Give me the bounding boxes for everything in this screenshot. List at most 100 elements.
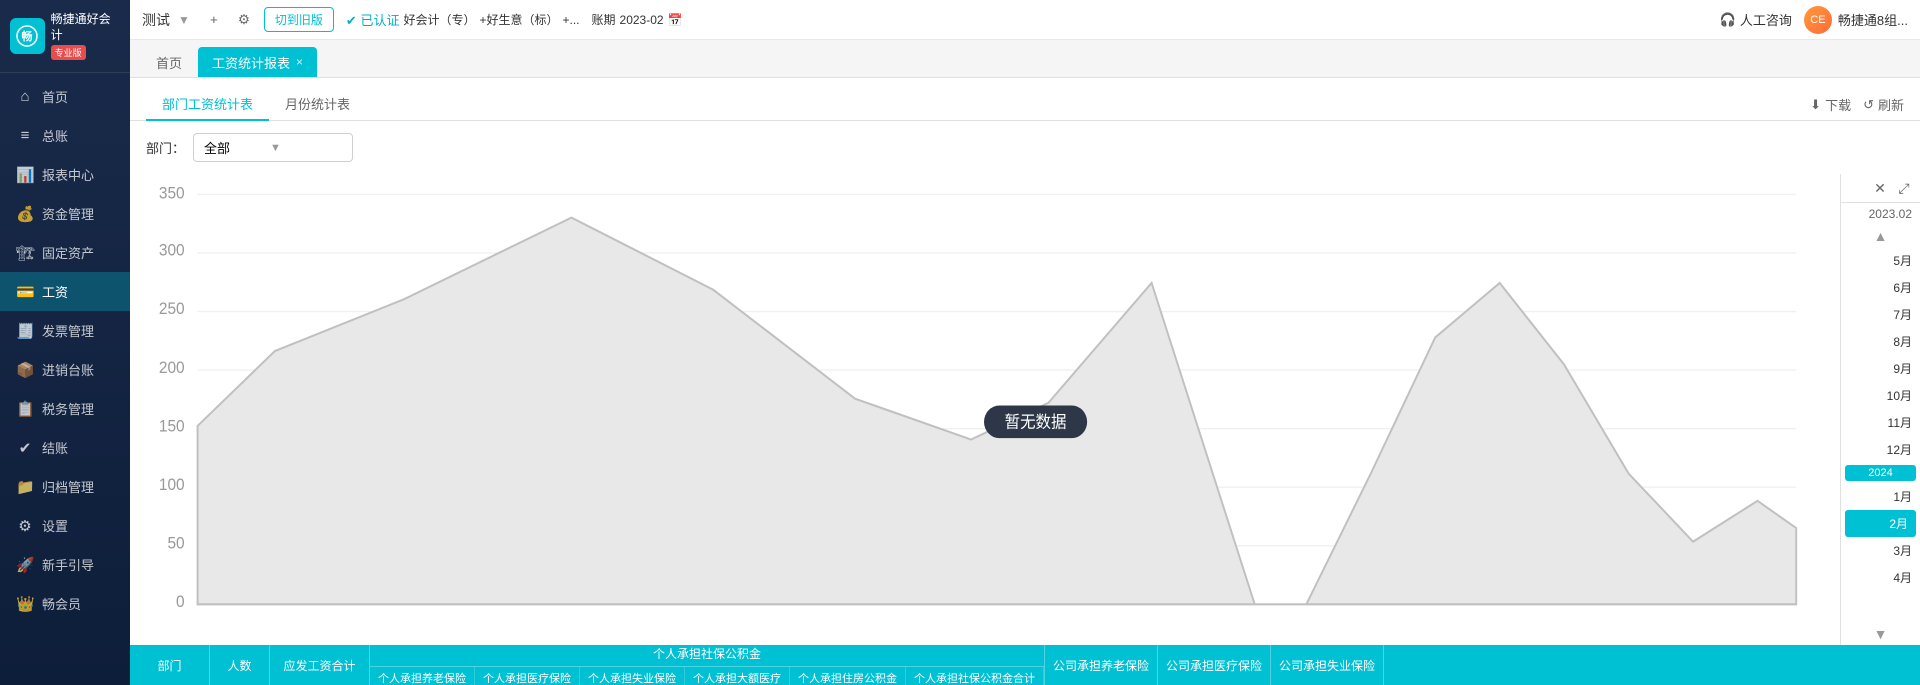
sidebar-item-purchase[interactable]: 📦 进销台账 <box>0 350 130 389</box>
scroll-up-button[interactable]: ▲ <box>1841 225 1920 247</box>
svg-text:0: 0 <box>176 594 185 611</box>
app-edition: 专业版 <box>51 45 86 60</box>
month-item-10[interactable]: 10月 <box>1841 382 1920 409</box>
sidebar-item-settle[interactable]: ✔ 结账 <box>0 428 130 467</box>
year-badge-2024[interactable]: 2024 <box>1845 465 1916 481</box>
svg-text:200: 200 <box>159 359 185 376</box>
sidebar-item-funds[interactable]: 💰 资金管理 <box>0 194 130 233</box>
tag-good-business: +好生意（标） <box>479 11 558 28</box>
tab-home[interactable]: 首页 <box>142 47 196 77</box>
avatar-initials: CE <box>1810 14 1825 26</box>
month-item-1[interactable]: 1月 <box>1841 483 1920 510</box>
sidebar-label-ledger: 总账 <box>42 126 68 145</box>
refresh-label: 刷新 <box>1878 95 1904 114</box>
month-item-5[interactable]: 5月 <box>1841 247 1920 274</box>
tag-more: +... <box>562 13 579 27</box>
settings-icon: ⚙ <box>16 517 34 535</box>
sidebar-label-tax: 税务管理 <box>42 399 94 418</box>
sidebar-item-salary[interactable]: 💳 工资 <box>0 272 130 311</box>
vip-icon: 👑 <box>16 595 34 613</box>
month-item-11[interactable]: 11月 <box>1841 409 1920 436</box>
assets-icon: 🏗 <box>16 244 34 262</box>
month-item-3[interactable]: 3月 <box>1841 537 1920 564</box>
sidebar-item-vip[interactable]: 👑 畅会员 <box>0 584 130 623</box>
svg-text:150: 150 <box>159 418 185 435</box>
company-title: 测试 <box>142 10 170 30</box>
col-personal-pension: 个人承担养老保险 <box>370 667 475 685</box>
svg-text:100: 100 <box>159 477 185 494</box>
scroll-down-button[interactable]: ▼ <box>1841 623 1920 645</box>
dropdown-arrow[interactable]: ▼ <box>178 13 190 27</box>
month-item-7[interactable]: 7月 <box>1841 301 1920 328</box>
sub-tab-dept[interactable]: 部门工资统计表 <box>146 88 269 121</box>
dept-select[interactable]: 全部 ▼ <box>193 133 353 162</box>
sidebar-item-invoice[interactable]: 🧾 发票管理 <box>0 311 130 350</box>
month-item-12[interactable]: 12月 <box>1841 436 1920 463</box>
col-company-unemployment: 公司承担失业保险 <box>1271 645 1384 685</box>
salary-icon: 💳 <box>16 283 34 301</box>
tab-salary-report[interactable]: 工资统计报表 × <box>198 47 317 77</box>
sidebar-item-tax[interactable]: 📋 税务管理 <box>0 389 130 428</box>
sidebar: 畅 畅捷通好会计 专业版 ⌂ 首页 ≡ 总账 📊 报表中心 💰 资金管理 🏗 固… <box>0 0 130 685</box>
headset-icon: 🎧 <box>1720 12 1736 28</box>
expand-side-panel-button[interactable]: ⤢ <box>1894 178 1914 198</box>
sidebar-item-settings[interactable]: ⚙ 设置 <box>0 506 130 545</box>
chart-container: 350 300 250 200 150 100 50 0 <box>130 174 1838 645</box>
sidebar-label-newguide: 新手引导 <box>42 555 94 574</box>
month-item-6[interactable]: 6月 <box>1841 274 1920 301</box>
refresh-button[interactable]: ↺ 刷新 <box>1863 95 1904 114</box>
group-personal-header: 个人承担社保公积金 <box>370 645 1044 667</box>
month-item-8[interactable]: 8月 <box>1841 328 1920 355</box>
chart-side-wrapper: 350 300 250 200 150 100 50 0 <box>130 174 1920 645</box>
col-total-salary: 应发工资合计 <box>270 645 370 685</box>
switch-version-button[interactable]: 切到旧版 <box>264 7 334 32</box>
service-label: 人工咨询 <box>1740 10 1792 29</box>
reports-icon: 📊 <box>16 166 34 184</box>
col-group-personal: 个人承担社保公积金 个人承担养老保险 个人承担医疗保险 个人承担失业保险 个人承… <box>370 645 1045 685</box>
download-icon: ⬇ <box>1810 97 1821 113</box>
add-button[interactable]: + <box>202 8 226 32</box>
col-personal-unemployment: 个人承担失业保险 <box>580 667 685 685</box>
download-button[interactable]: ⬇ 下载 <box>1810 95 1851 114</box>
month-item-4[interactable]: 4月 <box>1841 564 1920 591</box>
header-tags: ✔ 已认证 好会计（专） +好生意（标） +... <box>346 10 580 29</box>
sidebar-item-reports[interactable]: 📊 报表中心 <box>0 155 130 194</box>
group-personal-cells: 个人承担养老保险 个人承担医疗保险 个人承担失业保险 个人承担大额医疗 个人承担… <box>370 667 1044 685</box>
tab-close-icon[interactable]: × <box>296 55 303 69</box>
month-item-9[interactable]: 9月 <box>1841 355 1920 382</box>
col-count: 人数 <box>210 645 270 685</box>
month-list: 5月 6月 7月 8月 9月 10月 11月 12月 2024 1月 2月 3月… <box>1841 247 1920 623</box>
header-actions: + ⚙ <box>202 8 256 32</box>
dept-select-value: 全部 <box>204 138 230 157</box>
close-side-panel-button[interactable]: ✕ <box>1870 178 1890 198</box>
calendar-icon[interactable]: 📅 <box>668 13 683 27</box>
content-area: 部门工资统计表 月份统计表 ⬇ 下载 ↺ 刷新 部门： 全部 ▼ <box>130 78 1920 685</box>
sidebar-item-ledger[interactable]: ≡ 总账 <box>0 116 130 155</box>
tag-good-accounting: 好会计（专） <box>403 11 475 28</box>
sidebar-label-salary: 工资 <box>42 282 68 301</box>
ledger-icon: ≡ <box>16 127 34 144</box>
purchase-icon: 📦 <box>16 361 34 379</box>
sidebar-item-archive[interactable]: 📁 归档管理 <box>0 467 130 506</box>
sidebar-label-archive: 归档管理 <box>42 477 94 496</box>
tax-icon: 📋 <box>16 400 34 418</box>
refresh-icon: ↺ <box>1863 97 1874 113</box>
year-label: 2023.02 <box>1841 203 1920 225</box>
app-name: 畅捷通好会计 <box>51 12 120 43</box>
sub-tabs: 部门工资统计表 月份统计表 ⬇ 下载 ↺ 刷新 <box>130 78 1920 121</box>
col-company-pension: 公司承担养老保险 <box>1045 645 1158 685</box>
top-header: 测试 ▼ + ⚙ 切到旧版 ✔ 已认证 好会计（专） +好生意（标） +... … <box>130 0 1920 40</box>
sidebar-label-home: 首页 <box>42 87 68 106</box>
sub-tab-monthly-label: 月份统计表 <box>285 97 350 112</box>
settings-header-button[interactable]: ⚙ <box>232 8 256 32</box>
sidebar-item-assets[interactable]: 🏗 固定资产 <box>0 233 130 272</box>
user-menu[interactable]: CE 畅捷通8组... <box>1804 6 1908 34</box>
sidebar-item-home[interactable]: ⌂ 首页 <box>0 77 130 116</box>
sidebar-label-settle: 结账 <box>42 438 68 457</box>
sidebar-item-newguide[interactable]: 🚀 新手引导 <box>0 545 130 584</box>
sidebar-nav: ⌂ 首页 ≡ 总账 📊 报表中心 💰 资金管理 🏗 固定资产 💳 工资 🧾 发票… <box>0 73 130 685</box>
chevron-down-icon: ▼ <box>270 142 281 154</box>
sub-tab-monthly[interactable]: 月份统计表 <box>269 88 366 121</box>
service-button[interactable]: 🎧 人工咨询 <box>1720 10 1792 29</box>
month-item-2-active[interactable]: 2月 <box>1845 510 1916 537</box>
